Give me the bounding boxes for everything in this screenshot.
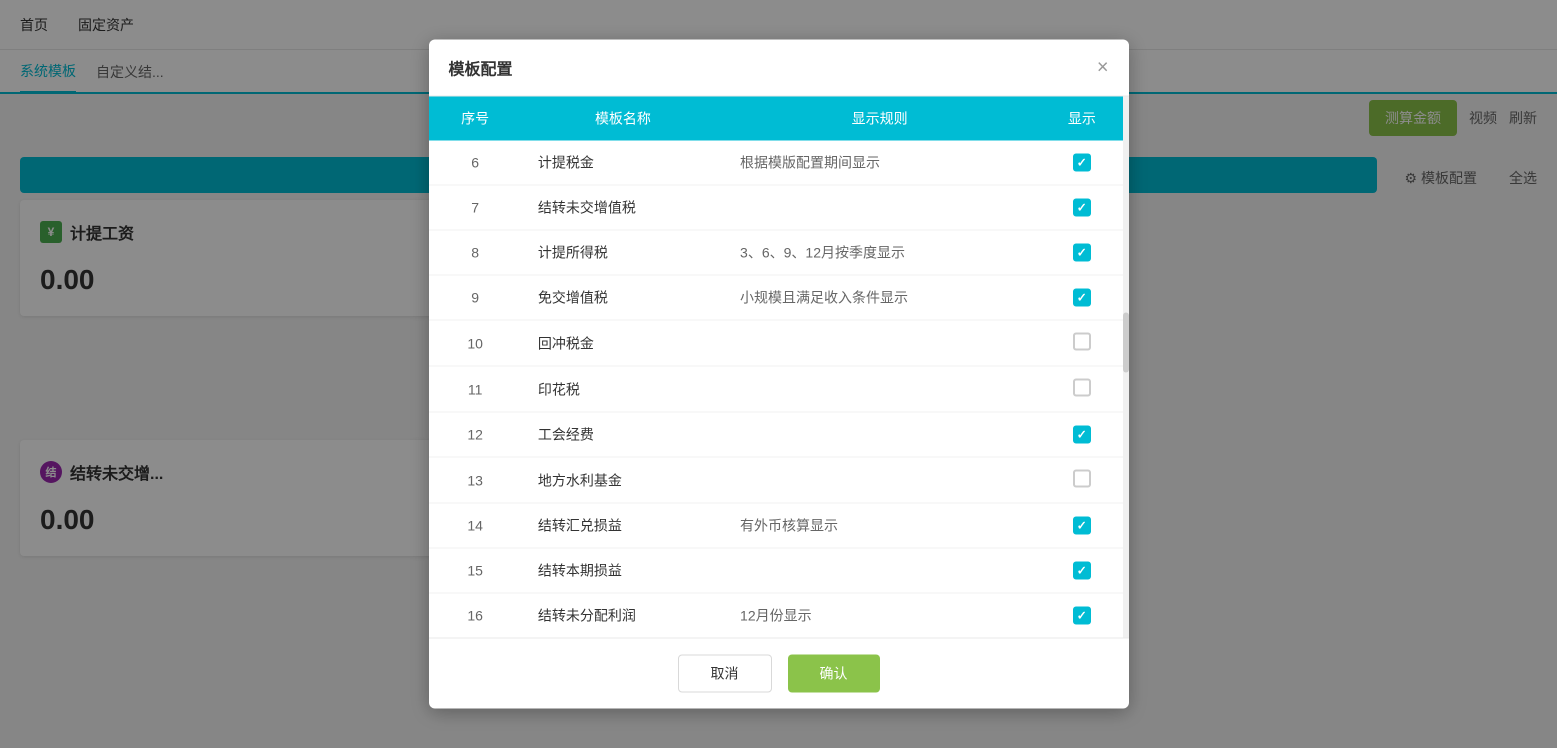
checkbox-row-5[interactable] — [1073, 379, 1091, 397]
cell-index: 8 — [429, 230, 522, 275]
checkbox-row-4[interactable] — [1073, 333, 1091, 351]
cell-rule — [724, 548, 1035, 593]
table-row: 7结转未交增值税 — [429, 185, 1129, 230]
cell-rule: 小规模且满足收入条件显示 — [724, 275, 1035, 320]
cell-checkbox — [1035, 412, 1128, 457]
checkbox-row-3[interactable] — [1073, 289, 1091, 307]
checkbox-row-7[interactable] — [1073, 470, 1091, 488]
modal-template-config: 模板配置 × 序号 模板名称 显示规则 显示 6计提税金根据模版配置期间显示7结… — [429, 40, 1129, 709]
confirm-button[interactable]: 确认 — [788, 655, 880, 693]
cell-index: 12 — [429, 412, 522, 457]
cell-index: 15 — [429, 548, 522, 593]
cell-index: 10 — [429, 320, 522, 366]
cell-name: 结转未分配利润 — [522, 593, 724, 638]
cell-checkbox — [1035, 366, 1128, 412]
cell-rule: 根据模版配置期间显示 — [724, 141, 1035, 186]
table-row: 13地方水利基金 — [429, 457, 1129, 503]
scroll-thumb[interactable] — [1123, 313, 1129, 373]
cell-checkbox — [1035, 141, 1128, 186]
checkbox-row-0[interactable] — [1073, 154, 1091, 172]
cell-index: 6 — [429, 141, 522, 186]
cell-rule: 3、6、9、12月按季度显示 — [724, 230, 1035, 275]
table-body: 6计提税金根据模版配置期间显示7结转未交增值税8计提所得税3、6、9、12月按季… — [429, 141, 1129, 638]
table-head: 序号 模板名称 显示规则 显示 — [429, 97, 1129, 141]
col-header-index: 序号 — [429, 97, 522, 141]
cancel-button[interactable]: 取消 — [678, 655, 772, 693]
cell-name: 结转本期损益 — [522, 548, 724, 593]
checkbox-row-9[interactable] — [1073, 562, 1091, 580]
config-table: 序号 模板名称 显示规则 显示 6计提税金根据模版配置期间显示7结转未交增值税8… — [429, 97, 1129, 638]
cell-index: 11 — [429, 366, 522, 412]
table-row: 14结转汇兑损益有外币核算显示 — [429, 503, 1129, 548]
cell-rule — [724, 366, 1035, 412]
col-header-rule: 显示规则 — [724, 97, 1035, 141]
cell-rule: 有外币核算显示 — [724, 503, 1035, 548]
table-row: 12工会经费 — [429, 412, 1129, 457]
cell-rule — [724, 320, 1035, 366]
modal-header: 模板配置 × — [429, 40, 1129, 97]
cell-name: 免交增值税 — [522, 275, 724, 320]
modal-footer: 取消 确认 — [429, 638, 1129, 709]
cell-checkbox — [1035, 457, 1128, 503]
modal-body: 序号 模板名称 显示规则 显示 6计提税金根据模版配置期间显示7结转未交增值税8… — [429, 97, 1129, 638]
table-row: 15结转本期损益 — [429, 548, 1129, 593]
cell-index: 13 — [429, 457, 522, 503]
col-header-name: 模板名称 — [522, 97, 724, 141]
cell-name: 地方水利基金 — [522, 457, 724, 503]
cell-checkbox — [1035, 593, 1128, 638]
scrollbar[interactable] — [1123, 97, 1129, 638]
checkbox-row-8[interactable] — [1073, 517, 1091, 535]
table-row: 9免交增值税小规模且满足收入条件显示 — [429, 275, 1129, 320]
cell-index: 9 — [429, 275, 522, 320]
modal-title: 模板配置 — [449, 56, 513, 80]
cell-index: 16 — [429, 593, 522, 638]
table-row: 11印花税 — [429, 366, 1129, 412]
cell-name: 印花税 — [522, 366, 724, 412]
cell-checkbox — [1035, 503, 1128, 548]
cell-name: 计提税金 — [522, 141, 724, 186]
table-row: 6计提税金根据模版配置期间显示 — [429, 141, 1129, 186]
cell-checkbox — [1035, 275, 1128, 320]
cell-checkbox — [1035, 185, 1128, 230]
checkbox-row-10[interactable] — [1073, 607, 1091, 625]
cell-rule — [724, 457, 1035, 503]
table-row: 10回冲税金 — [429, 320, 1129, 366]
cell-name: 结转汇兑损益 — [522, 503, 724, 548]
cell-rule — [724, 412, 1035, 457]
table-wrapper: 序号 模板名称 显示规则 显示 6计提税金根据模版配置期间显示7结转未交增值税8… — [429, 97, 1129, 638]
cell-name: 计提所得税 — [522, 230, 724, 275]
cell-name: 回冲税金 — [522, 320, 724, 366]
col-header-display: 显示 — [1035, 97, 1128, 141]
cell-rule — [724, 185, 1035, 230]
checkbox-row-2[interactable] — [1073, 244, 1091, 262]
cell-checkbox — [1035, 548, 1128, 593]
cell-name: 工会经费 — [522, 412, 724, 457]
cell-name: 结转未交增值税 — [522, 185, 724, 230]
cell-checkbox — [1035, 230, 1128, 275]
cell-rule: 12月份显示 — [724, 593, 1035, 638]
cell-index: 7 — [429, 185, 522, 230]
checkbox-row-6[interactable] — [1073, 426, 1091, 444]
cell-checkbox — [1035, 320, 1128, 366]
checkbox-row-1[interactable] — [1073, 199, 1091, 217]
cell-index: 14 — [429, 503, 522, 548]
table-row: 16结转未分配利润12月份显示 — [429, 593, 1129, 638]
modal-close-button[interactable]: × — [1097, 58, 1109, 78]
table-row: 8计提所得税3、6、9、12月按季度显示 — [429, 230, 1129, 275]
